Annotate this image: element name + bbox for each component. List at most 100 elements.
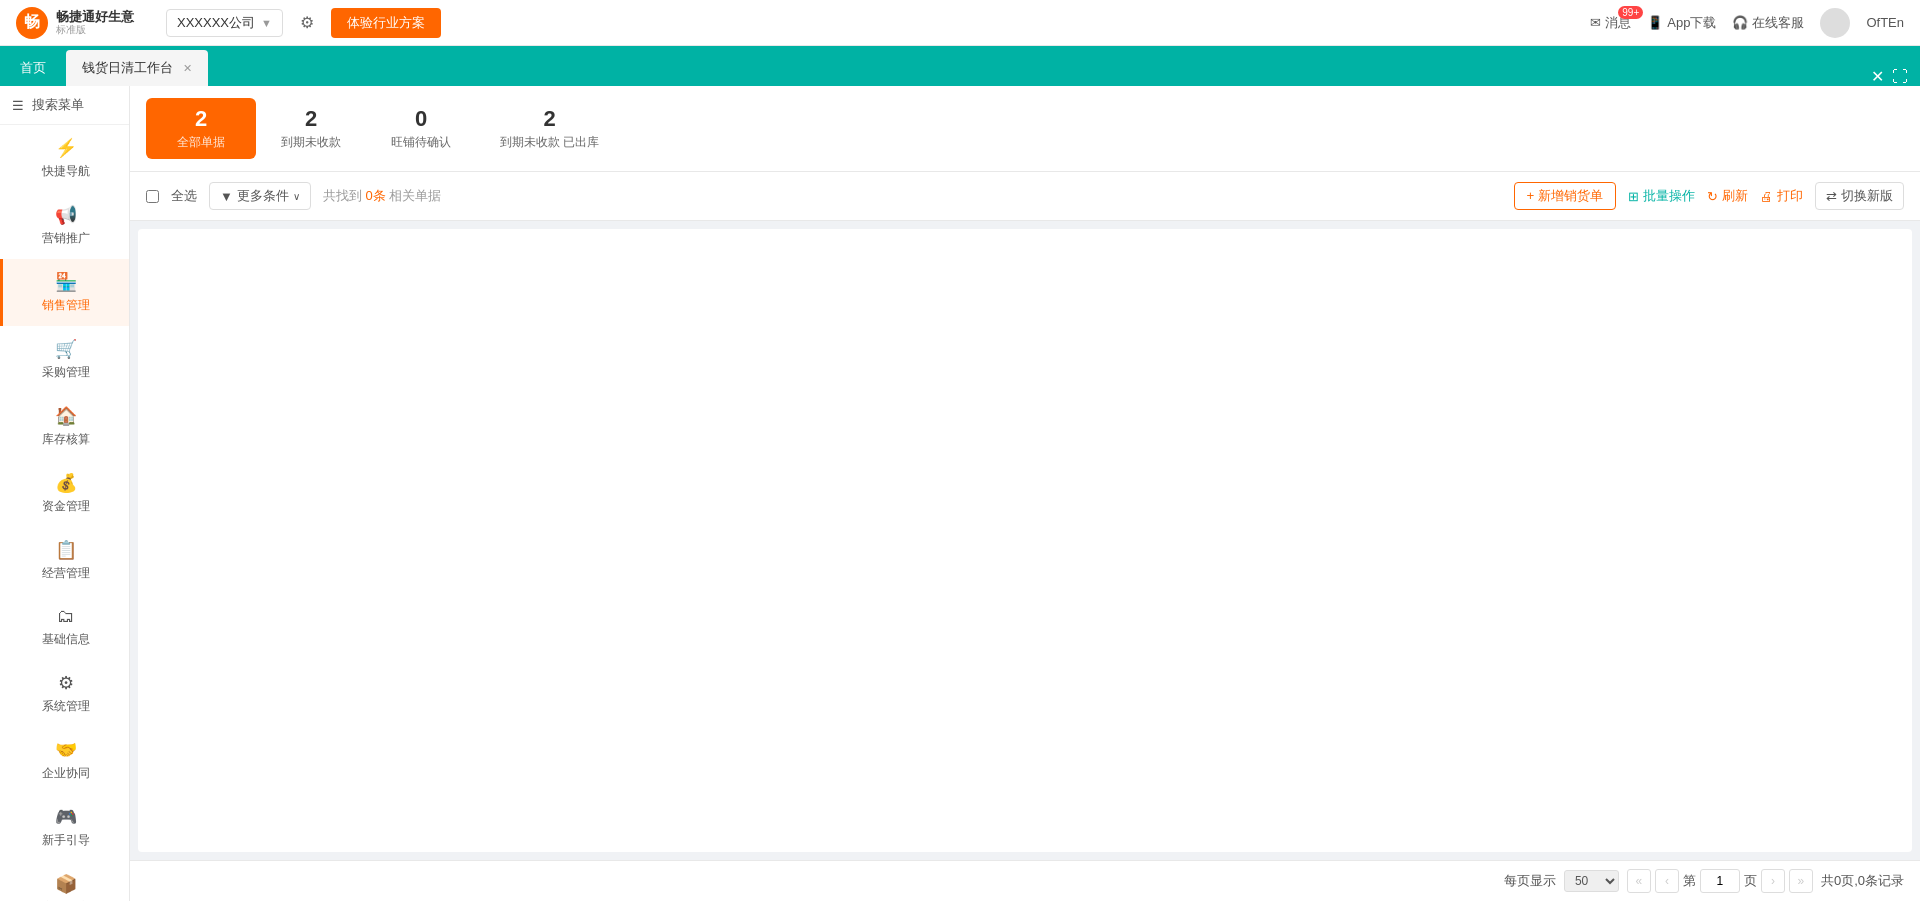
- filter-button[interactable]: ▼ 更多条件 ∨: [209, 182, 311, 210]
- select-all-checkbox[interactable]: [146, 190, 159, 203]
- top-header: 畅 畅捷通好生意 标准版 XXXXXX公司 ▼ ⚙ 体验行业方案 ✉ 消息 99…: [0, 0, 1920, 46]
- page-input[interactable]: [1700, 869, 1740, 893]
- search-icon: ☰: [12, 98, 24, 113]
- refresh-button[interactable]: ↻ 刷新: [1707, 187, 1748, 205]
- next-page-button[interactable]: ›: [1761, 869, 1785, 893]
- sidebar-item-basic-info[interactable]: 🗂 基础信息: [0, 594, 129, 660]
- tab-home[interactable]: 首页: [4, 50, 62, 86]
- search-menu-label: 搜索菜单: [32, 96, 84, 114]
- total-records: 共0页,0条记录: [1821, 872, 1904, 890]
- stat-overdue-receivable-number: 2: [305, 106, 317, 132]
- company-dropdown-icon: ▼: [261, 17, 272, 29]
- tab-workbench[interactable]: 钱货日清工作台 ✕: [66, 50, 208, 86]
- system-icon: ⚙: [58, 672, 74, 694]
- prev-page-button[interactable]: ‹: [1655, 869, 1679, 893]
- add-sales-order-button[interactable]: + 新增销货单: [1514, 182, 1617, 210]
- settings-button[interactable]: ⚙: [291, 7, 323, 39]
- search-menu-item[interactable]: ☰ 搜索菜单: [0, 86, 129, 125]
- guide-icon: 🎮: [55, 806, 77, 828]
- sidebar-item-guide[interactable]: 🎮 新手引导: [0, 794, 129, 861]
- last-page-button[interactable]: »: [1789, 869, 1813, 893]
- switch-version-button[interactable]: ⇄ 切换新版: [1815, 182, 1904, 210]
- print-button[interactable]: 🖨 打印: [1760, 187, 1803, 205]
- logo-main: 畅捷通好生意: [56, 9, 134, 25]
- first-page-button[interactable]: «: [1627, 869, 1651, 893]
- page-nav: « ‹ 第 页 › »: [1627, 869, 1813, 893]
- tab-close-icon[interactable]: ✕: [183, 62, 192, 75]
- inventory-icon: 🏠: [55, 405, 77, 427]
- stat-overdue-receivable-label: 到期未收款: [281, 134, 341, 151]
- message-icon: ✉: [1590, 15, 1601, 30]
- batch-icon: ⊞: [1628, 189, 1639, 204]
- sidebar-item-purchase[interactable]: 🛒 采购管理: [0, 326, 129, 393]
- main-layout: ☰ 搜索菜单 ⚡ 快捷导航 📢 营销推广 🏪 销售管理 🛒 采购管理 🏠 库存核…: [0, 86, 1920, 901]
- username: OfTEn: [1866, 15, 1904, 30]
- trial-button[interactable]: 体验行业方案: [331, 8, 441, 38]
- sidebar-item-marketing[interactable]: 📢 营销推广: [0, 192, 129, 259]
- sidebar-item-sales[interactable]: 🏪 销售管理: [0, 259, 129, 326]
- per-page-label: 每页显示: [1504, 872, 1556, 890]
- select-all-label: 全选: [171, 187, 197, 205]
- sidebar-item-operations[interactable]: 📋 经营管理: [0, 527, 129, 594]
- stat-all-bills-label: 全部单据: [177, 134, 225, 151]
- filter-icon: ▼: [220, 189, 233, 204]
- logo-area: 畅 畅捷通好生意 标准版: [16, 7, 146, 39]
- logo-icon: 畅: [16, 7, 48, 39]
- stat-overdue-shipped-label: 到期未收款 已出库: [500, 134, 599, 151]
- refresh-icon: ↻: [1707, 189, 1718, 204]
- sidebar-item-inventory[interactable]: 🏠 库存核算: [0, 393, 129, 460]
- header-center: XXXXXX公司 ▼ ⚙ 体验行业方案: [146, 7, 1590, 39]
- message-badge: 99+: [1618, 6, 1643, 19]
- table-area: [138, 229, 1912, 852]
- gear-icon: ⚙: [300, 13, 314, 32]
- toolbar: 全选 ▼ 更多条件 ∨ 共找到 0条 相关单据 + 新增销货单 ⊞ 批量操作 ↻: [130, 172, 1920, 221]
- found-count: 0条: [366, 188, 386, 203]
- sidebar-item-quick-nav[interactable]: ⚡ 快捷导航: [0, 125, 129, 192]
- online-service-button[interactable]: 🎧 在线客服: [1732, 14, 1804, 32]
- stat-wangpu-pending[interactable]: 0 旺铺待确认: [366, 98, 476, 159]
- sidebar-item-system[interactable]: ⚙ 系统管理: [0, 660, 129, 727]
- stats-row: 2 全部单据 2 到期未收款 0 旺铺待确认 2 到期未收款 已出库: [130, 86, 1920, 172]
- filter-dropdown-icon: ∨: [293, 191, 300, 202]
- stat-wangpu-pending-number: 0: [415, 106, 427, 132]
- tab-bar: 首页 钱货日清工作台 ✕ ✕ ⛶: [0, 46, 1920, 86]
- sidebar-item-app-center[interactable]: 📦 应用中心: [0, 861, 129, 901]
- marketing-icon: 📢: [55, 204, 77, 226]
- service-icon: 🎧: [1732, 15, 1748, 30]
- stat-all-bills[interactable]: 2 全部单据: [146, 98, 256, 159]
- sidebar-item-finance[interactable]: 💰 资金管理: [0, 460, 129, 527]
- tab-minimize-icon[interactable]: ✕: [1871, 67, 1884, 86]
- stat-all-bills-number: 2: [195, 106, 207, 132]
- tab-bar-right: ✕ ⛶: [1871, 67, 1920, 86]
- toolbar-right: + 新增销货单 ⊞ 批量操作 ↻ 刷新 🖨 打印 ⇄ 切换新版: [1514, 182, 1905, 210]
- page-label: 第: [1683, 872, 1696, 890]
- pagination-bar: 每页显示 50 20 100 « ‹ 第 页 › » 共0页,0条记录: [130, 860, 1920, 901]
- found-text: 共找到 0条 相关单据: [323, 187, 441, 205]
- stat-overdue-receivable[interactable]: 2 到期未收款: [256, 98, 366, 159]
- avatar[interactable]: [1820, 8, 1850, 38]
- stat-overdue-shipped-number: 2: [544, 106, 556, 132]
- messages-button[interactable]: ✉ 消息 99+: [1590, 14, 1631, 32]
- tab-expand-icon[interactable]: ⛶: [1892, 68, 1908, 86]
- print-icon: 🖨: [1760, 189, 1773, 204]
- header-right: ✉ 消息 99+ 📱 App下载 🎧 在线客服 OfTEn: [1590, 8, 1904, 38]
- sidebar-item-enterprise-collab[interactable]: 🤝 企业协同: [0, 727, 129, 794]
- main-content: 2 全部单据 2 到期未收款 0 旺铺待确认 2 到期未收款 已出库 全选 ▼ …: [130, 86, 1920, 901]
- basic-info-icon: 🗂: [57, 606, 75, 627]
- quick-nav-icon: ⚡: [55, 137, 77, 159]
- switch-icon: ⇄: [1826, 189, 1837, 204]
- company-selector[interactable]: XXXXXX公司 ▼: [166, 9, 283, 37]
- per-page-select[interactable]: 50 20 100: [1564, 870, 1619, 892]
- download-icon: 📱: [1647, 15, 1663, 30]
- operations-icon: 📋: [55, 539, 77, 561]
- finance-icon: 💰: [55, 472, 77, 494]
- page-suffix: 页: [1744, 872, 1757, 890]
- logo-text: 畅捷通好生意 标准版: [56, 9, 134, 37]
- purchase-icon: 🛒: [55, 338, 77, 360]
- app-download-button[interactable]: 📱 App下载: [1647, 14, 1716, 32]
- batch-operation-button[interactable]: ⊞ 批量操作: [1628, 187, 1695, 205]
- stat-overdue-shipped[interactable]: 2 到期未收款 已出库: [476, 98, 623, 159]
- logo-sub: 标准版: [56, 24, 134, 36]
- sidebar: ☰ 搜索菜单 ⚡ 快捷导航 📢 营销推广 🏪 销售管理 🛒 采购管理 🏠 库存核…: [0, 86, 130, 901]
- sales-icon: 🏪: [55, 271, 77, 293]
